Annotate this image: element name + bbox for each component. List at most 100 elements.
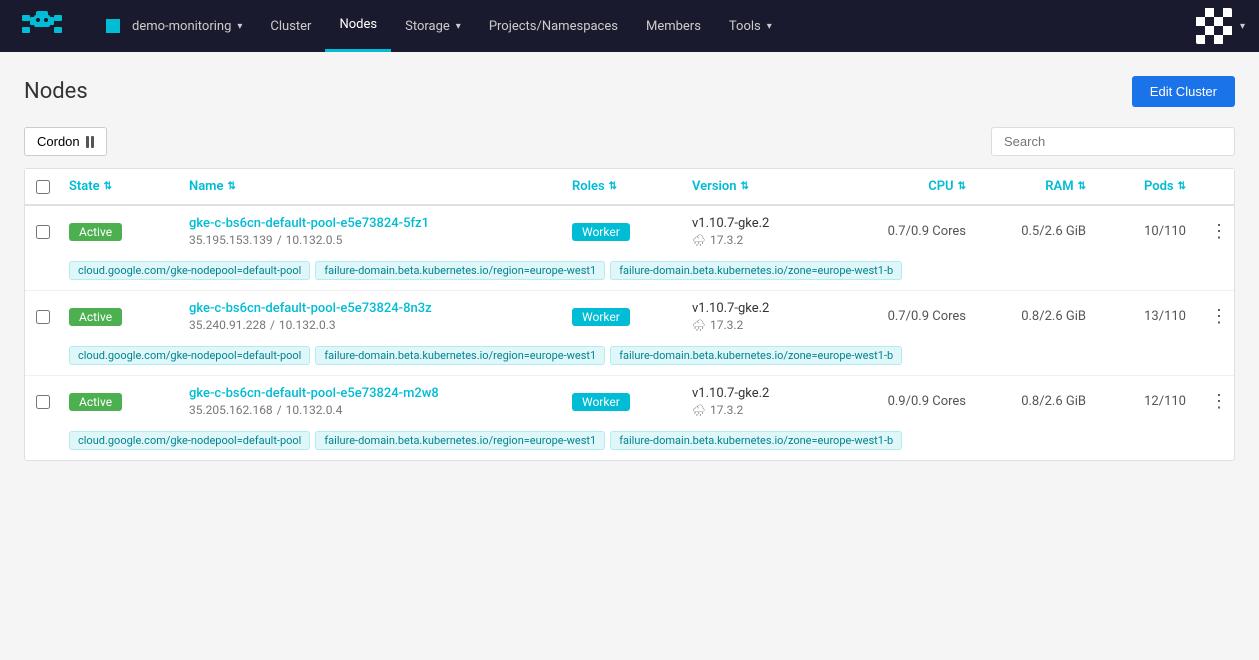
row-checkbox-1[interactable] [36, 310, 50, 324]
cluster-chevron-icon: ▾ [237, 21, 242, 32]
row-action-button-2[interactable]: ⋮ [1202, 389, 1236, 414]
cpu-cell-0: 0.7/0.9 Cores [844, 224, 974, 239]
version-text-1: v1.10.7-gke.2 [692, 301, 836, 316]
th-version[interactable]: Version ⇅ [684, 179, 844, 194]
state-sort-icon: ⇅ [104, 181, 112, 192]
node-row-wrapper: Active gke-c-bs6cn-default-pool-e5e73824… [25, 376, 1234, 460]
th-roles[interactable]: Roles ⇅ [564, 179, 684, 194]
user-avatar-area[interactable]: ▾ [1182, 0, 1259, 52]
label-tag-2-0: cloud.google.com/gke-nodepool=default-po… [69, 431, 310, 450]
action-cell-0[interactable]: ⋮ [1194, 219, 1234, 244]
label-tag-2-1: failure-domain.beta.kubernetes.io/region… [315, 431, 605, 450]
node-name-link-1[interactable]: gke-c-bs6cn-default-pool-e5e73824-8n3z [189, 301, 432, 316]
version-sort-icon: ⇅ [741, 181, 749, 192]
label-tag-1-1: failure-domain.beta.kubernetes.io/region… [315, 346, 605, 365]
cpu-sort-icon: ⇅ [958, 181, 966, 192]
ip-separator-0: / [277, 233, 282, 247]
row-checkbox-cell-2[interactable] [25, 395, 61, 409]
th-state[interactable]: State ⇅ [61, 179, 181, 194]
ram-cell-1: 0.8/2.6 GiB [974, 309, 1094, 324]
edit-cluster-button[interactable]: Edit Cluster [1132, 76, 1235, 107]
th-version-label: Version [692, 179, 737, 194]
th-pods[interactable]: Pods ⇅ [1094, 179, 1194, 194]
table-row: Active gke-c-bs6cn-default-pool-e5e73824… [25, 291, 1234, 342]
rancher-logo [16, 7, 68, 45]
logo-area[interactable] [0, 0, 84, 52]
select-all-checkbox[interactable] [36, 180, 50, 194]
nav-item-members-label: Members [646, 19, 701, 34]
cordon-label: Cordon [37, 134, 80, 149]
nav-item-tools-label: Tools [729, 19, 761, 34]
name-cell-1: gke-c-bs6cn-default-pool-e5e73824-8n3z 3… [181, 301, 564, 332]
version-text-0: v1.10.7-gke.2 [692, 216, 836, 231]
pods-cell-2: 12/110 [1094, 394, 1194, 409]
nav-storage-dropdown[interactable]: Storage ▾ [391, 0, 475, 52]
version-cell-2: v1.10.7-gke.2 🌧 17.3.2 [684, 386, 844, 417]
row-action-button-1[interactable]: ⋮ [1202, 304, 1236, 329]
nav-item-projects[interactable]: Projects/Namespaces [475, 0, 632, 52]
nav-item-cluster[interactable]: Cluster [256, 0, 325, 52]
nav-item-nodes-label: Nodes [339, 17, 377, 32]
nav-item-members[interactable]: Members [632, 0, 715, 52]
table-body: Active gke-c-bs6cn-default-pool-e5e73824… [25, 206, 1234, 460]
node-labels-row-2: cloud.google.com/gke-nodepool=default-po… [25, 427, 1234, 460]
ip-separator-1: / [270, 318, 275, 332]
roles-sort-icon: ⇅ [609, 181, 617, 192]
action-cell-1[interactable]: ⋮ [1194, 304, 1234, 329]
toolbar: Cordon [24, 127, 1235, 156]
label-tag-0-0: cloud.google.com/gke-nodepool=default-po… [69, 261, 310, 280]
table-row: Active gke-c-bs6cn-default-pool-e5e73824… [25, 206, 1234, 257]
th-name[interactable]: Name ⇅ [181, 179, 564, 194]
version-text-2: v1.10.7-gke.2 [692, 386, 836, 401]
role-cell-1: Worker [564, 308, 684, 326]
label-tag-1-2: failure-domain.beta.kubernetes.io/zone=e… [610, 346, 902, 365]
nav-item-nodes[interactable]: Nodes [325, 0, 391, 52]
kernel-text-0: 🌧 17.3.2 [692, 233, 836, 247]
ram-text-1: 0.8/2.6 GiB [982, 309, 1086, 324]
row-checkbox-0[interactable] [36, 225, 50, 239]
cluster-name-label: demo-monitoring [132, 19, 231, 34]
pods-sort-icon: ⇅ [1178, 181, 1186, 192]
kernel-text-1: 🌧 17.3.2 [692, 318, 836, 332]
pods-text-0: 10/110 [1102, 224, 1186, 239]
row-checkbox-cell-0[interactable] [25, 225, 61, 239]
table-header: State ⇅ Name ⇅ Roles ⇅ Version ⇅ CPU ⇅ R… [25, 169, 1234, 206]
th-ram[interactable]: RAM ⇅ [974, 179, 1094, 194]
node-labels-row-1: cloud.google.com/gke-nodepool=default-po… [25, 342, 1234, 375]
role-cell-0: Worker [564, 223, 684, 241]
version-cell-0: v1.10.7-gke.2 🌧 17.3.2 [684, 216, 844, 247]
nav-cluster-dropdown[interactable]: demo-monitoring ▾ [92, 0, 256, 52]
tools-chevron-icon: ▾ [767, 21, 772, 32]
pods-text-1: 13/110 [1102, 309, 1186, 324]
status-badge-1: Active [69, 308, 122, 326]
name-cell-2: gke-c-bs6cn-default-pool-e5e73824-m2w8 3… [181, 386, 564, 417]
cordon-button[interactable]: Cordon [24, 127, 107, 156]
status-badge-2: Active [69, 393, 122, 411]
pods-cell-0: 10/110 [1094, 224, 1194, 239]
nodes-table: State ⇅ Name ⇅ Roles ⇅ Version ⇅ CPU ⇅ R… [24, 168, 1235, 461]
node-row-wrapper: Active gke-c-bs6cn-default-pool-e5e73824… [25, 206, 1234, 291]
th-cpu[interactable]: CPU ⇅ [844, 179, 974, 194]
kernel-icon-2: 🌧 [692, 404, 706, 417]
nav-right: ▾ [1182, 0, 1259, 52]
action-cell-2[interactable]: ⋮ [1194, 389, 1234, 414]
select-all-checkbox-cell[interactable] [25, 180, 61, 194]
row-checkbox-2[interactable] [36, 395, 50, 409]
nav-tools-dropdown[interactable]: Tools ▾ [715, 0, 786, 52]
name-sort-icon: ⇅ [227, 181, 235, 192]
node-name-link-0[interactable]: gke-c-bs6cn-default-pool-e5e73824-5fz1 [189, 216, 429, 231]
page-content: Nodes Edit Cluster Cordon State ⇅ Name [0, 52, 1259, 660]
version-cell-1: v1.10.7-gke.2 🌧 17.3.2 [684, 301, 844, 332]
row-action-button-0[interactable]: ⋮ [1202, 219, 1236, 244]
cpu-text-0: 0.7/0.9 Cores [852, 224, 966, 239]
search-input[interactable] [991, 127, 1235, 156]
nav-items: demo-monitoring ▾ Cluster Nodes Storage … [84, 0, 1182, 52]
role-badge-2: Worker [572, 393, 630, 411]
status-badge-0: Active [69, 223, 122, 241]
th-name-label: Name [189, 179, 223, 194]
role-badge-0: Worker [572, 223, 630, 241]
node-name-link-2[interactable]: gke-c-bs6cn-default-pool-e5e73824-m2w8 [189, 386, 439, 401]
row-checkbox-cell-1[interactable] [25, 310, 61, 324]
kernel-icon-0: 🌧 [692, 234, 706, 247]
th-roles-label: Roles [572, 179, 605, 194]
